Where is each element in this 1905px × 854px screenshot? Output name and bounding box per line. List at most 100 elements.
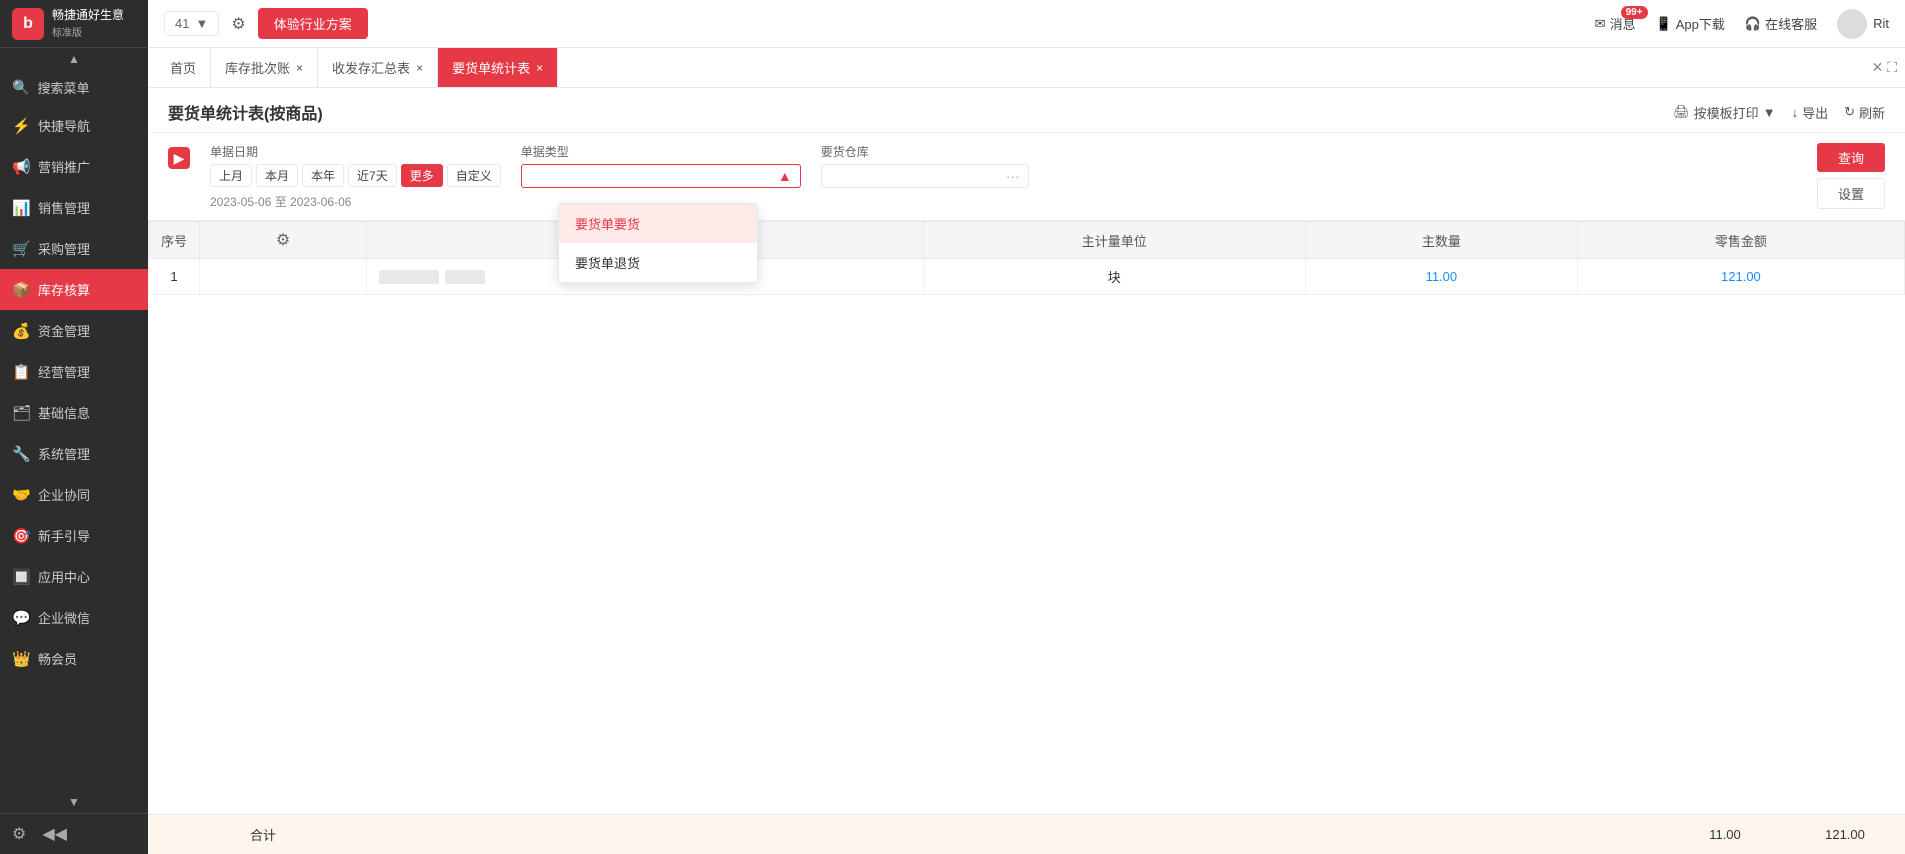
username: Rit <box>1873 16 1889 31</box>
filter-type-input-wrap[interactable]: ▲ <box>521 164 801 188</box>
filter-type-label: 单据类型 <box>521 143 801 160</box>
settings-button[interactable]: 设置 <box>1817 178 1885 209</box>
dropdown-item-return[interactable]: 要货单退货 <box>559 243 757 282</box>
tab-receivable-summary[interactable]: 收发存汇总表 × <box>318 48 438 88</box>
query-button[interactable]: 查询 <box>1817 143 1885 172</box>
sidebar-item-basic[interactable]: 🗂 基础信息 <box>0 392 148 433</box>
trial-button[interactable]: 体验行业方案 <box>258 8 368 39</box>
sidebar-item-label: 销售管理 <box>38 198 90 217</box>
sidebar-item-label: 资金管理 <box>38 321 90 340</box>
store-name: 41 <box>175 16 189 31</box>
table-settings-icon[interactable]: ⚙ <box>276 232 290 249</box>
store-selector[interactable]: 41 ▼ <box>164 11 219 36</box>
sidebar-item-label: 系统管理 <box>38 444 90 463</box>
product-name-placeholder <box>379 270 439 284</box>
sidebar-item-app-center[interactable]: 🔲 应用中心 <box>0 556 148 597</box>
sidebar-item-sales[interactable]: 📊 销售管理 <box>0 187 148 228</box>
filter-warehouse-more-icon[interactable]: ··· <box>1006 168 1020 184</box>
sidebar-logo: b <box>12 8 44 40</box>
print-icon: 🖨 <box>1673 104 1690 120</box>
sidebar-item-guide[interactable]: 🎯 新手引导 <box>0 515 148 556</box>
footer-quantity: 11.00 <box>1665 827 1785 842</box>
filter-type-input[interactable] <box>530 169 778 184</box>
collapse-icon[interactable]: ◀◀ <box>42 824 67 844</box>
tab-requisition-stat[interactable]: 要货单统计表 × <box>438 48 558 88</box>
app-download-icon: 📱 <box>1656 16 1672 32</box>
tab-fullscreen-icon[interactable]: ⛶ <box>1887 59 1897 76</box>
filter-warehouse-input[interactable] <box>830 169 1006 184</box>
page-header-actions: 🖨 按模板打印 ▼ ↓ 导出 ↻ 刷新 <box>1673 103 1885 122</box>
filter-type-arrow-icon[interactable]: ▲ <box>778 168 792 184</box>
date-btn-this-month[interactable]: 本月 <box>256 164 298 187</box>
sidebar-item-member[interactable]: 👑 畅会员 <box>0 638 148 679</box>
date-btn-more[interactable]: 更多 <box>401 164 443 187</box>
sidebar-header: b 畅捷通好生意 标准版 <box>0 0 148 48</box>
sidebar-scroll-up[interactable]: ▲ <box>0 48 148 70</box>
sidebar-nav: ⚡ 快捷导航 📢 营销推广 📊 销售管理 🛒 采购管理 📦 库存核算 💰 资金管… <box>0 105 148 791</box>
amount-link[interactable]: 121.00 <box>1721 269 1761 284</box>
export-btn[interactable]: ↓ 导出 <box>1792 103 1829 122</box>
sidebar-item-label: 应用中心 <box>38 567 90 586</box>
tab-inventory-batch[interactable]: 库存批次账 × <box>211 48 318 88</box>
sidebar: b 畅捷通好生意 标准版 ▲ 🔍 搜索菜单 ⚡ 快捷导航 📢 营销推广 📊 销售… <box>0 0 148 854</box>
user-area[interactable]: Rit <box>1837 9 1889 39</box>
quick-nav-icon: ⚡ <box>12 117 30 135</box>
sidebar-item-label: 畅会员 <box>38 649 77 668</box>
sidebar-item-label: 企业协同 <box>38 485 90 504</box>
tab-requisition-stat-close[interactable]: × <box>536 61 543 75</box>
search-icon: 🔍 <box>12 79 29 96</box>
online-service-icon: 🎧 <box>1745 16 1761 32</box>
online-service-btn[interactable]: 🎧 在线客服 <box>1745 14 1817 33</box>
sidebar-item-marketing[interactable]: 📢 营销推广 <box>0 146 148 187</box>
date-btn-7days[interactable]: 近7天 <box>348 164 397 187</box>
tab-inventory-batch-close[interactable]: × <box>296 61 303 75</box>
wechat-icon: 💬 <box>12 609 30 627</box>
settings-bottom-icon[interactable]: ⚙ <box>12 824 26 844</box>
sidebar-item-wechat[interactable]: 💬 企业微信 <box>0 597 148 638</box>
dropdown-item-purchase[interactable]: 要货单要货 <box>559 204 757 243</box>
date-btn-this-year[interactable]: 本年 <box>302 164 344 187</box>
tab-receivable-summary-close[interactable]: × <box>416 61 423 75</box>
refresh-icon: ↻ <box>1844 104 1855 120</box>
sidebar-item-finance[interactable]: 💰 资金管理 <box>0 310 148 351</box>
tab-home[interactable]: 首页 <box>156 48 211 88</box>
sidebar-item-label: 库存核算 <box>38 280 90 299</box>
sidebar-item-system[interactable]: 🔧 系统管理 <box>0 433 148 474</box>
sidebar-item-label: 采购管理 <box>38 239 90 258</box>
tab-inventory-batch-label: 库存批次账 <box>225 58 290 77</box>
sidebar-item-operation[interactable]: 📋 经营管理 <box>0 351 148 392</box>
tabs-controls: ✕ ⛶ <box>1871 59 1897 76</box>
export-label: 导出 <box>1802 103 1828 122</box>
filter-warehouse-input-wrap[interactable]: ··· <box>821 164 1029 188</box>
sidebar-item-purchase[interactable]: 🛒 采购管理 <box>0 228 148 269</box>
refresh-btn[interactable]: ↻ 刷新 <box>1844 103 1885 122</box>
sidebar-item-enterprise[interactable]: 🤝 企业协同 <box>0 474 148 515</box>
footer-amount: 121.00 <box>1785 827 1905 842</box>
operation-icon: 📋 <box>12 363 30 381</box>
date-btn-last-month[interactable]: 上月 <box>210 164 252 187</box>
footer-total-label: 合计 <box>238 825 1545 844</box>
date-btn-custom[interactable]: 自定义 <box>447 164 501 187</box>
message-btn[interactable]: ✉ 消息 99+ <box>1595 14 1636 33</box>
print-template-btn[interactable]: 🖨 按模板打印 ▼ <box>1673 103 1775 122</box>
avatar <box>1837 9 1867 39</box>
app-download-label: App下载 <box>1676 14 1725 33</box>
filter-warehouse-group: 要货仓库 ··· <box>821 143 1029 188</box>
filter-warehouse-label: 要货仓库 <box>821 143 1029 160</box>
quantity-link[interactable]: 11.00 <box>1426 269 1458 284</box>
table-footer: 合计 11.00 121.00 <box>148 814 1905 854</box>
tab-close-all-icon[interactable]: ✕ <box>1871 59 1883 76</box>
sidebar-scroll-down[interactable]: ▼ <box>0 791 148 813</box>
cell-settings <box>200 259 367 295</box>
filter-expand-button[interactable]: ▶ <box>168 147 190 169</box>
sidebar-item-quick-nav[interactable]: ⚡ 快捷导航 <box>0 105 148 146</box>
col-header-settings[interactable]: ⚙ <box>200 222 367 259</box>
topbar-settings-icon[interactable]: ⚙ <box>231 14 245 34</box>
sidebar-item-inventory[interactable]: 📦 库存核算 <box>0 269 148 310</box>
page-header: 要货单统计表(按商品) 🖨 按模板打印 ▼ ↓ 导出 ↻ 刷新 <box>148 88 1905 133</box>
sidebar-search[interactable]: 🔍 搜索菜单 <box>0 70 148 105</box>
sidebar-item-label: 企业微信 <box>38 608 90 627</box>
page-content: 要货单统计表(按商品) 🖨 按模板打印 ▼ ↓ 导出 ↻ 刷新 ▶ <box>148 88 1905 854</box>
app-download-btn[interactable]: 📱 App下载 <box>1656 14 1725 33</box>
sidebar-item-label: 基础信息 <box>38 403 90 422</box>
